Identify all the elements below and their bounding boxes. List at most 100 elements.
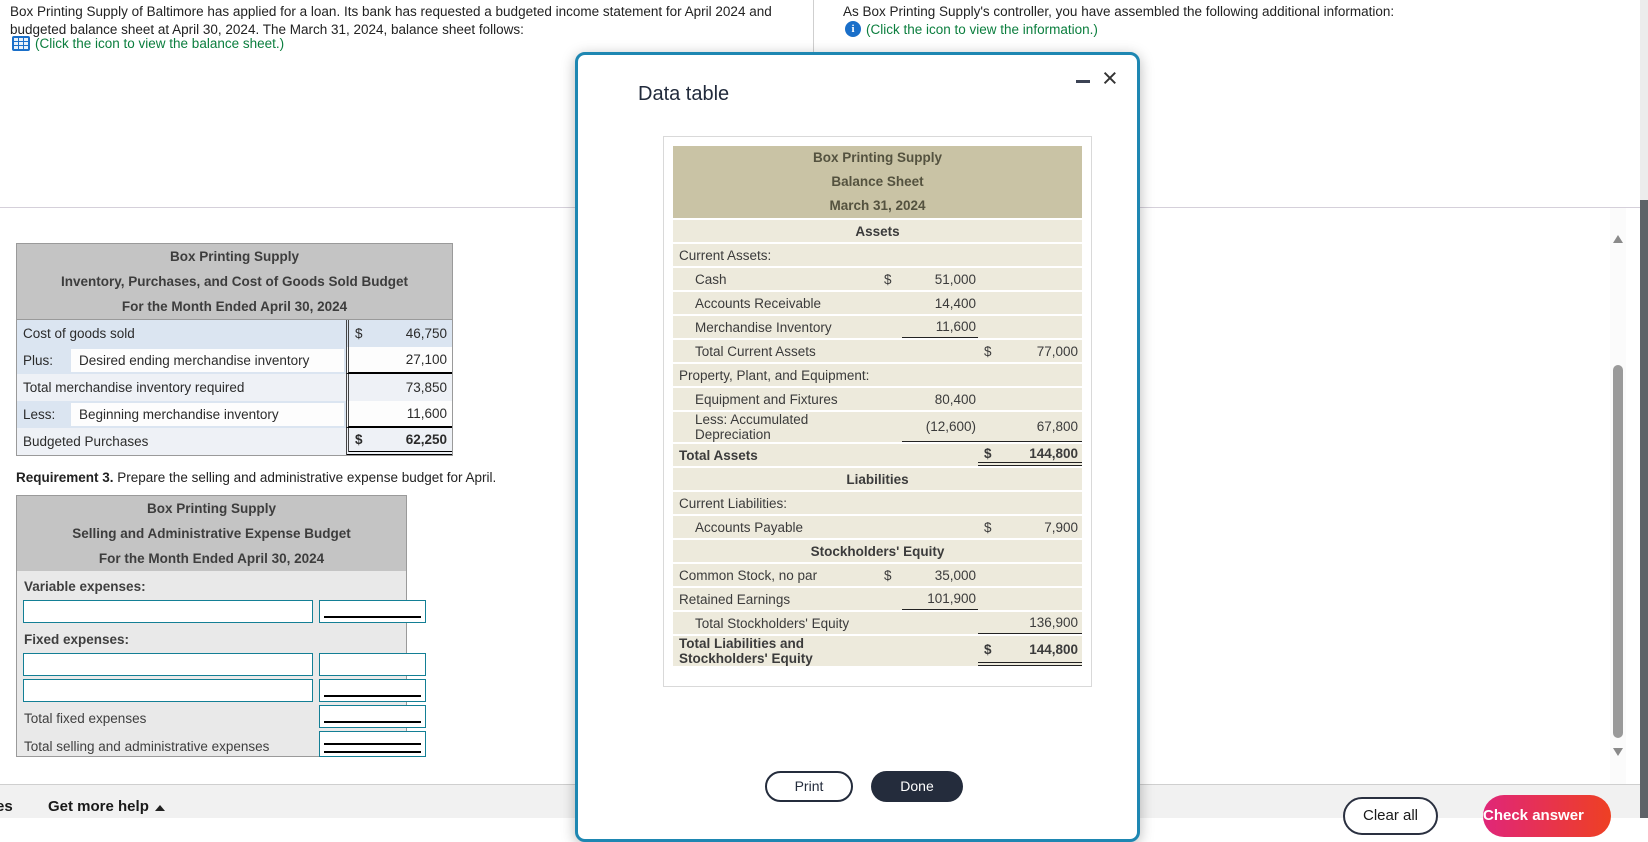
row-label: Budgeted Purchases (17, 428, 346, 455)
amount-value (902, 364, 978, 386)
row-description: Budgeted Purchases (23, 434, 149, 449)
amount-value: 14,400 (902, 292, 978, 314)
done-button[interactable]: Done (871, 771, 963, 802)
row-label: Retained Earnings (673, 588, 884, 610)
amount-field[interactable] (320, 601, 425, 622)
amount-value: 27,100 (405, 352, 447, 367)
row-description: Desired ending merchandise inventory (71, 349, 344, 372)
dollar-sign (884, 388, 902, 410)
amount-value (1004, 564, 1082, 586)
amount-value: 144,800 (1004, 636, 1082, 666)
amount-field[interactable] (320, 654, 425, 675)
fixed-expense-description-input-1[interactable] (23, 653, 313, 676)
inventory-budget-header: Box Printing Supply Inventory, Purchases… (16, 243, 453, 319)
balance-sheet-row: Liabilities (673, 468, 1082, 490)
total-fixed-expenses-input (319, 705, 426, 728)
total-sa-expenses-input (319, 731, 426, 757)
dollar-sign (884, 612, 902, 634)
sa-budget-body: Variable expenses: Fixed expenses: Total… (16, 571, 426, 757)
balance-sheet-row: Accounts Payable $7,900 (673, 516, 1082, 538)
content-scrollbar[interactable] (1610, 208, 1626, 784)
balance-sheet-link[interactable]: (Click the icon to view the balance shee… (35, 36, 284, 51)
dollar-sign (978, 412, 1004, 442)
fixed-expenses-label: Fixed expenses: (24, 632, 130, 647)
row-description: Total merchandise inventory required (23, 380, 245, 395)
amount-value (1004, 588, 1082, 610)
amount-value (1004, 492, 1082, 514)
dollar-sign: $ (884, 268, 902, 290)
table-subtitle: Selling and Administrative Expense Budge… (72, 526, 351, 541)
amount-value (902, 612, 978, 634)
amount-value: 73,850 (405, 380, 447, 395)
table-row: Plus: Desired ending merchandise inventor… (17, 347, 452, 374)
table-period: For the Month Ended April 30, 2024 (98, 551, 325, 566)
amount-field[interactable] (320, 706, 425, 727)
variable-expense-description-input[interactable] (23, 600, 313, 623)
balance-sheet-row: Less: Accumulated Depreciation (12,600) 67… (673, 412, 1082, 442)
row-prefix: Plus: (23, 353, 54, 368)
balance-sheet-table: Assets Current Assets: Cash $51,000 Accounts… (673, 218, 1082, 668)
window-scrollbar-thumb[interactable] (1640, 200, 1648, 818)
info-icon[interactable]: i (845, 21, 861, 37)
row-label: Total Assets (673, 444, 884, 466)
amount-value (1004, 388, 1082, 410)
row-label: Total merchandise inventory required (17, 374, 346, 401)
amount-value (902, 516, 978, 538)
amount-value (902, 244, 978, 266)
row-label: Less: Beginning merchandise inventory (17, 401, 346, 428)
window-scrollbar[interactable] (1640, 0, 1648, 818)
dollar-sign (884, 340, 902, 362)
close-icon[interactable]: × (1102, 65, 1118, 92)
amount-value (902, 444, 978, 466)
table-row: Budgeted Purchases $62,250 (17, 428, 452, 455)
balance-sheet-link-row: (Click the icon to view the balance shee… (12, 36, 284, 51)
balance-sheet-row: Cash $51,000 (673, 268, 1082, 290)
dollar-sign (978, 388, 1004, 410)
amount-value: 7,900 (1004, 516, 1082, 538)
balance-sheet-row: Current Assets: (673, 244, 1082, 266)
table-icon[interactable] (12, 36, 30, 51)
amount-field[interactable] (320, 732, 425, 756)
dollar-sign (978, 612, 1004, 634)
balance-sheet-row: Stockholders' Equity (673, 540, 1082, 562)
dollar-sign: $ (884, 564, 902, 586)
problem-statement-left: Box Printing Supply of Baltimore has app… (10, 4, 772, 37)
check-answer-button[interactable]: Check answer (1483, 795, 1611, 837)
row-description: Cost of goods sold (23, 326, 135, 341)
balance-sheet-row: Retained Earnings 101,900 (673, 588, 1082, 610)
dollar-sign (884, 292, 902, 314)
sa-budget-header: Box Printing Supply Selling and Administ… (16, 495, 407, 571)
dollar-sign (884, 364, 902, 386)
table-row: Less: Beginning merchandise inventory 11,6… (17, 401, 452, 428)
amount-value (1004, 364, 1082, 386)
minimize-icon[interactable] (1075, 77, 1091, 93)
balance-sheet-row: Merchandise Inventory 11,600 (673, 316, 1082, 338)
clear-all-button[interactable]: Clear all (1343, 797, 1438, 835)
requirement-body: Prepare the selling and administrative e… (113, 470, 497, 485)
balance-sheet-row: Assets (673, 220, 1082, 242)
row-label: Accounts Receivable (673, 292, 884, 314)
print-button[interactable]: Print (765, 771, 853, 802)
amount-value: 35,000 (902, 564, 978, 586)
scroll-up-icon[interactable] (1613, 235, 1623, 243)
scrollbar-thumb[interactable] (1613, 365, 1623, 738)
amount-field[interactable] (320, 680, 425, 701)
info-link[interactable]: (Click the icon to view the information.… (866, 22, 1098, 37)
dollar-sign: $ (355, 326, 363, 341)
fixed-expense-description-input-2[interactable] (23, 679, 313, 702)
dollar-sign (978, 244, 1004, 266)
amount-value: (12,600) (902, 412, 978, 442)
footer-partial-text: es (0, 798, 13, 815)
row-label: Property, Plant, and Equipment: (673, 364, 884, 386)
balance-sheet-row: Accounts Receivable 14,400 (673, 292, 1082, 314)
dollar-sign (978, 564, 1004, 586)
row-label: Cash (673, 268, 884, 290)
get-more-help-button[interactable]: Get more help (48, 798, 165, 815)
variable-expense-amount-input (319, 600, 426, 623)
dollar-sign (884, 316, 902, 338)
amount-value: 136,900 (1004, 612, 1082, 634)
scroll-down-icon[interactable] (1613, 748, 1623, 756)
info-link-row: i (Click the icon to view the informatio… (845, 21, 1098, 37)
row-label: Total Liabilities and Stockholders' Equi… (673, 636, 884, 666)
row-label: Total Current Assets (673, 340, 884, 362)
